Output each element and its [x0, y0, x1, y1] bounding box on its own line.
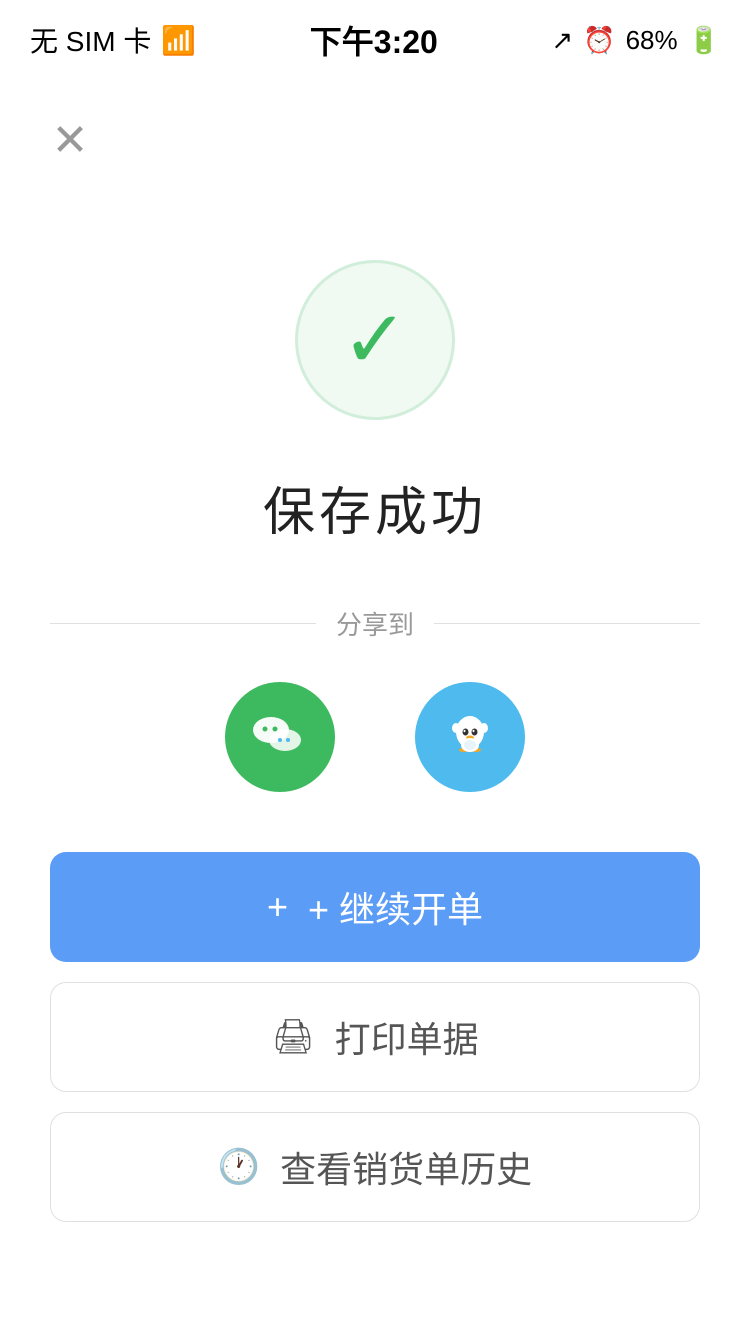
divider-right [434, 623, 700, 624]
status-time: 下午3:20 [310, 17, 438, 63]
battery-label: 68% [626, 25, 678, 56]
wechat-share-button[interactable] [225, 682, 335, 792]
history-label: 查看销货单历史 [280, 1141, 532, 1193]
continue-button[interactable]: + + 继续开单 [50, 852, 700, 962]
continue-icon: + [267, 886, 288, 928]
print-icon: 🖨 [271, 1017, 314, 1057]
status-left: 无 SIM 卡 📶 [30, 20, 196, 60]
continue-label: + 继续开单 [308, 881, 483, 933]
qq-share-button[interactable] [415, 682, 525, 792]
share-divider: 分享到 [50, 605, 700, 642]
success-icon-circle: ✓ [295, 260, 455, 420]
battery-icon: 🔋 [688, 25, 720, 56]
print-button[interactable]: 🖨 打印单据 [50, 982, 700, 1092]
main-content: ✓ 保存成功 分享到 [0, 200, 750, 1334]
wifi-icon: 📶 [161, 24, 196, 57]
success-title: 保存成功 [263, 470, 487, 545]
status-bar: 无 SIM 卡 📶 下午3:20 ↗ ⏰ 68% 🔋 [0, 0, 750, 80]
no-sim-label: 无 SIM 卡 [30, 20, 151, 60]
history-button[interactable]: 🕐 查看销货单历史 [50, 1112, 700, 1222]
share-section: 分享到 [50, 605, 700, 852]
divider-left [50, 623, 316, 624]
share-icons-row [50, 682, 700, 792]
location-icon: ↗ [551, 25, 573, 56]
checkmark-icon: ✓ [341, 300, 408, 380]
status-right: ↗ ⏰ 68% 🔋 [551, 25, 720, 56]
qq-icon [437, 704, 503, 770]
wechat-icon [247, 704, 313, 770]
print-label: 打印单据 [335, 1011, 479, 1063]
history-icon: 🕐 [218, 1147, 260, 1187]
alarm-icon: ⏰ [583, 25, 615, 56]
share-label: 分享到 [336, 605, 414, 642]
close-button[interactable]: ✕ [30, 100, 110, 180]
action-buttons: + + 继续开单 🖨 打印单据 🕐 查看销货单历史 [50, 852, 700, 1222]
close-icon: ✕ [52, 115, 89, 166]
